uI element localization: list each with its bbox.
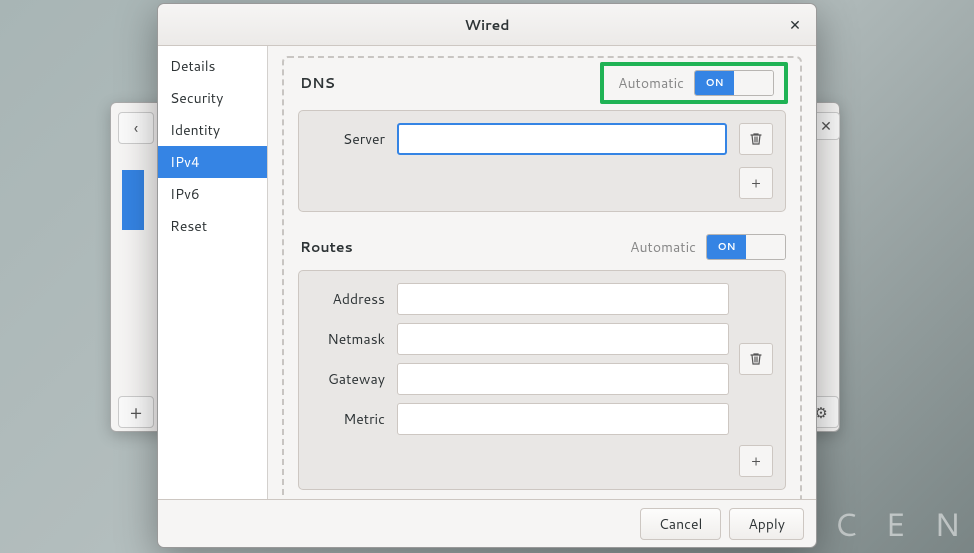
route-gateway-label: Gateway <box>311 369 385 389</box>
window-title: Wired <box>465 15 510 35</box>
dialog-body: Details Security Identity IPv4 IPv6 Rese… <box>158 46 816 499</box>
route-metric-input[interactable] <box>397 403 729 435</box>
routes-add-button[interactable]: + <box>739 445 773 477</box>
routes-title: Routes <box>300 237 353 257</box>
routes-panel: Address Netmask Gateway Metric <box>298 270 786 490</box>
sidebar-item-label: IPv6 <box>170 184 200 204</box>
background-stripe <box>122 170 144 230</box>
titlebar: Wired ✕ <box>158 4 816 46</box>
dns-automatic-label: Automatic <box>618 73 684 93</box>
close-icon: ✕ <box>789 15 801 35</box>
routes-header: Routes Automatic ON <box>284 226 800 270</box>
sidebar: Details Security Identity IPv4 IPv6 Rese… <box>158 46 268 499</box>
dns-server-input[interactable] <box>397 123 727 155</box>
sidebar-item-security[interactable]: Security <box>158 82 267 114</box>
switch-handle <box>746 235 785 259</box>
content: DNS Automatic ON Server <box>268 46 816 499</box>
dns-server-label: Server <box>311 129 385 149</box>
switch-on-label: ON <box>707 235 746 259</box>
route-fields: Address Netmask Gateway Metric <box>311 283 729 435</box>
routes-automatic-wrap: Automatic ON <box>630 234 786 260</box>
apply-button[interactable]: Apply <box>729 508 804 540</box>
dialog: Wired ✕ Details Security Identity IPv4 I… <box>157 3 817 548</box>
route-netmask-label: Netmask <box>311 329 385 349</box>
dns-delete-button[interactable] <box>739 123 773 155</box>
sidebar-item-reset[interactable]: Reset <box>158 210 267 242</box>
switch-on-label: ON <box>695 71 734 95</box>
route-side <box>739 283 773 435</box>
trash-icon <box>749 352 763 366</box>
route-metric-label: Metric <box>311 409 385 429</box>
trash-icon <box>749 132 763 146</box>
sidebar-item-label: Reset <box>170 216 207 236</box>
routes-automatic-switch[interactable]: ON <box>706 234 786 260</box>
sidebar-item-details[interactable]: Details <box>158 50 267 82</box>
route-netmask-input[interactable] <box>397 323 729 355</box>
dns-server-row: Server <box>311 123 773 155</box>
dns-add-row: + <box>311 163 773 199</box>
plus-button-bg: + <box>118 396 154 428</box>
plus-icon: + <box>751 173 761 193</box>
sidebar-item-ipv6[interactable]: IPv6 <box>158 178 267 210</box>
close-button[interactable]: ✕ <box>784 14 806 36</box>
action-bar: Cancel Apply <box>158 499 816 547</box>
dns-panel: Server + <box>298 110 786 212</box>
sidebar-item-label: Identity <box>170 120 220 140</box>
plus-icon: + <box>751 451 761 471</box>
dns-title: DNS <box>300 73 335 93</box>
sidebar-item-label: IPv4 <box>170 152 200 172</box>
route-gateway-input[interactable] <box>397 363 729 395</box>
route-address-label: Address <box>311 289 385 309</box>
sidebar-item-identity[interactable]: Identity <box>158 114 267 146</box>
scroll-area: DNS Automatic ON Server <box>282 56 802 499</box>
routes-automatic-label: Automatic <box>630 237 696 257</box>
switch-handle <box>734 71 773 95</box>
dns-automatic-highlight: Automatic ON <box>600 62 788 104</box>
sidebar-item-label: Details <box>170 56 216 76</box>
watermark: C E N <box>830 496 974 553</box>
cancel-button[interactable]: Cancel <box>640 508 722 540</box>
dns-header: DNS Automatic ON <box>284 58 800 110</box>
route-address-input[interactable] <box>397 283 729 315</box>
routes-add-row: + <box>311 441 773 477</box>
route-delete-button[interactable] <box>739 343 773 375</box>
sidebar-item-label: Security <box>170 88 223 108</box>
back-button-bg: ‹ <box>118 112 154 144</box>
route-entry: Address Netmask Gateway Metric <box>311 283 773 435</box>
dns-add-button[interactable]: + <box>739 167 773 199</box>
sidebar-item-ipv4[interactable]: IPv4 <box>158 146 267 178</box>
dns-automatic-switch[interactable]: ON <box>694 70 774 96</box>
